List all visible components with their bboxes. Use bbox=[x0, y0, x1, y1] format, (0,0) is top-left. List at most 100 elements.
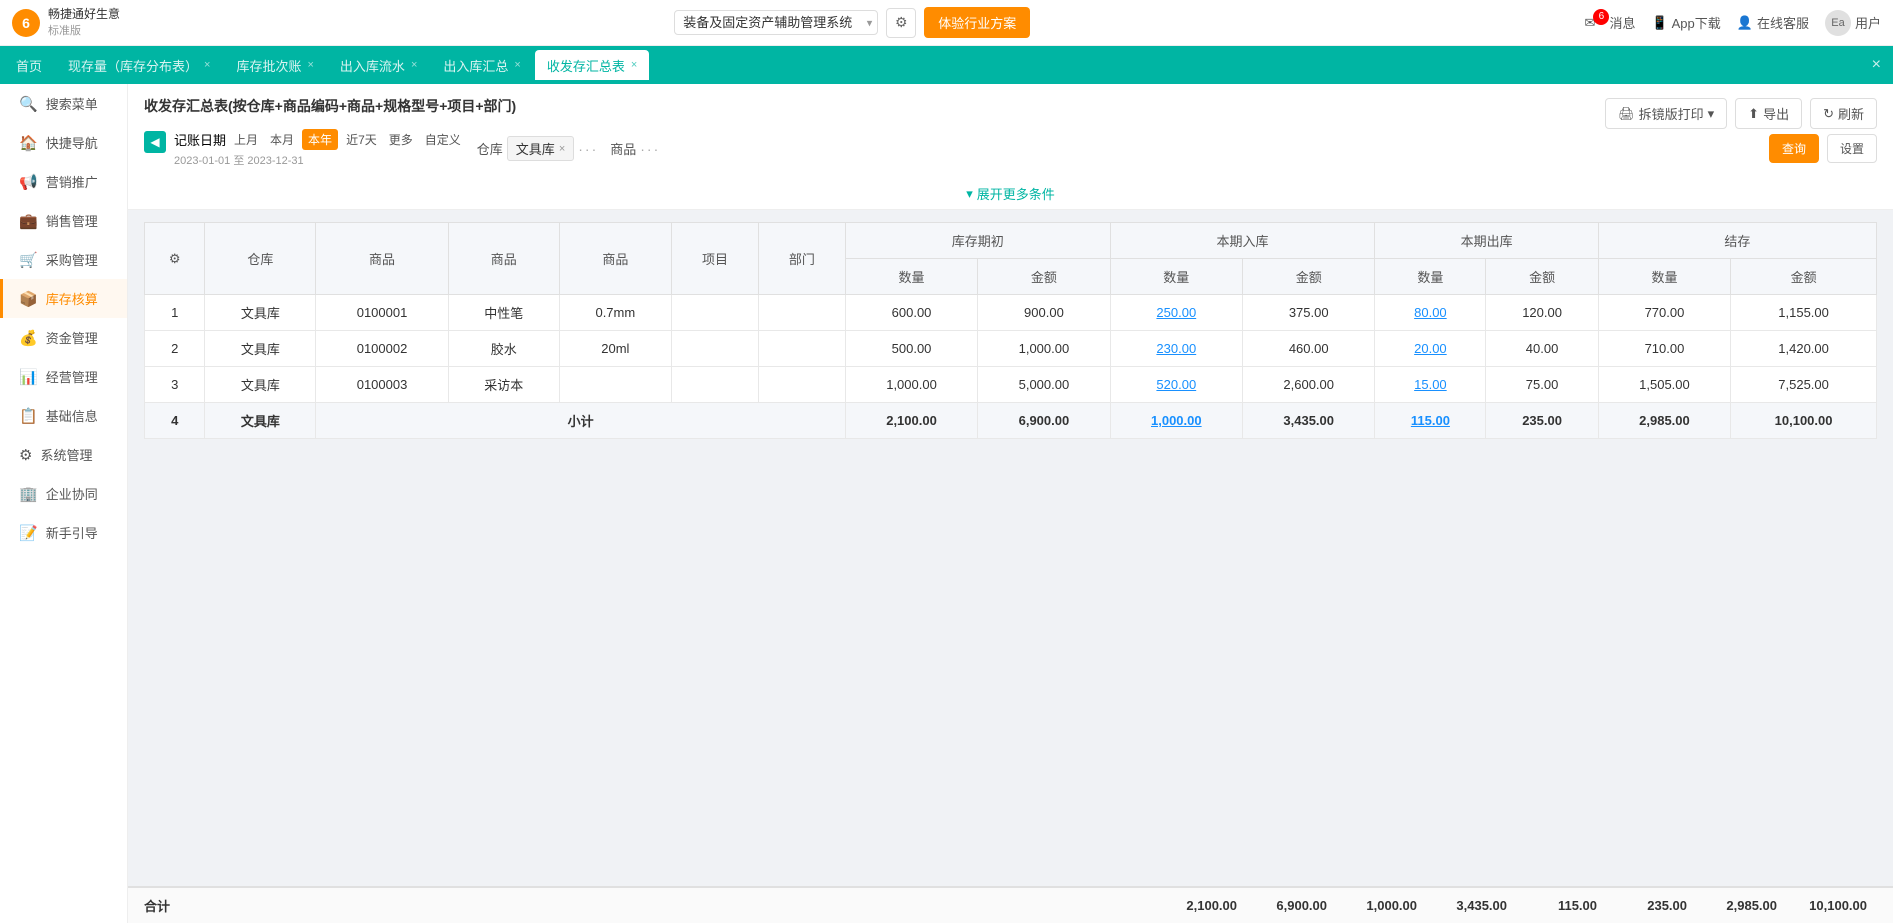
cell-in-amt: 460.00 bbox=[1243, 331, 1375, 367]
date-btn-this-year[interactable]: 本年 bbox=[302, 129, 338, 150]
table-row: 1 文具库 0100001 中性笔 0.7mm 600.00 900.00 25… bbox=[145, 295, 1877, 331]
user-avatar: Ea bbox=[1825, 10, 1851, 36]
sidebar-item-sales[interactable]: 💼 销售管理 bbox=[0, 201, 127, 240]
sidebar-item-operations[interactable]: 📊 经营管理 bbox=[0, 357, 127, 396]
print-button[interactable]: 🖨 拆镜版打印 ▾ bbox=[1605, 98, 1727, 129]
col-spec-header: 商品 bbox=[559, 223, 671, 295]
messages-item[interactable]: ✉ 6 消息 bbox=[1585, 13, 1636, 32]
product-more[interactable]: ··· bbox=[640, 141, 660, 157]
cell-bal-amt: 7,525.00 bbox=[1731, 367, 1877, 403]
cell-no: 1 bbox=[145, 295, 205, 331]
page-header: 收发存汇总表(按仓库+商品编码+商品+规格型号+项目+部门) 🖨 拆镜版打印 ▾… bbox=[128, 84, 1893, 210]
logo-text-block: 畅捷通好生意 标准版 bbox=[48, 7, 120, 39]
cell-in-qty[interactable]: 250.00 bbox=[1110, 295, 1242, 331]
sidebar-item-purchase[interactable]: 🛒 采购管理 bbox=[0, 240, 127, 279]
cell-out-amt: 75.00 bbox=[1486, 367, 1598, 403]
window-close-button[interactable]: × bbox=[1864, 56, 1889, 74]
online-service-item[interactable]: 👤 在线客服 bbox=[1737, 13, 1809, 32]
user-item[interactable]: Ea 用户 bbox=[1825, 10, 1881, 36]
sidebar-item-marketing[interactable]: 📢 营销推广 bbox=[0, 162, 127, 201]
col-product-name-header: 商品 bbox=[448, 223, 559, 295]
query-button[interactable]: 查询 bbox=[1769, 134, 1819, 163]
app-download-item[interactable]: 📱 App下载 bbox=[1651, 13, 1720, 32]
subtotal-bal-qty: 2,985.00 bbox=[1598, 403, 1730, 439]
col-product-code-header: 商品 bbox=[316, 223, 448, 295]
cell-out-qty[interactable]: 15.00 bbox=[1375, 367, 1486, 403]
warehouse-more[interactable]: ··· bbox=[578, 141, 598, 157]
sidebar-item-inventory[interactable]: 📦 库存核算 bbox=[0, 279, 127, 318]
date-btn-this-month[interactable]: 本月 bbox=[266, 129, 298, 150]
system-select[interactable]: 装备及固定资产辅助管理系统 bbox=[674, 10, 878, 35]
tab-batch-close[interactable]: × bbox=[307, 59, 313, 71]
collapse-button[interactable]: ◀ bbox=[144, 131, 166, 153]
tab-batch[interactable]: 库存批次账 × bbox=[224, 50, 325, 80]
warehouse-value: 文具库 bbox=[516, 139, 555, 158]
cell-in-amt: 2,600.00 bbox=[1243, 367, 1375, 403]
tab-bar: 首页 现存量（库存分布表） × 库存批次账 × 出入库流水 × 出入库汇总 × … bbox=[0, 46, 1893, 84]
sidebar-item-enterprise[interactable]: 🏢 企业协同 bbox=[0, 474, 127, 513]
expand-more[interactable]: ▾ 展开更多条件 bbox=[144, 178, 1877, 209]
cell-no: 3 bbox=[145, 367, 205, 403]
filter-area: ◀ 记账日期 上月 本月 本年 近7天 更多 自定义 2023-01-01 至 … bbox=[144, 129, 1877, 178]
tab-in-out-summary-close[interactable]: × bbox=[514, 59, 520, 71]
system-select-wrap[interactable]: 装备及固定资产辅助管理系统 bbox=[674, 10, 878, 35]
cell-in-qty[interactable]: 230.00 bbox=[1110, 331, 1242, 367]
sidebar-item-purchase-label: 采购管理 bbox=[46, 250, 98, 269]
tab-in-out-summary[interactable]: 出入库汇总 × bbox=[431, 50, 532, 80]
filter-left: ◀ 记账日期 上月 本月 本年 近7天 更多 自定义 2023-01-01 至 … bbox=[144, 129, 465, 168]
sidebar-item-finance[interactable]: 💰 资金管理 bbox=[0, 318, 127, 357]
tab-recv-send-close[interactable]: × bbox=[631, 59, 637, 71]
col-out-amt-header: 金额 bbox=[1486, 259, 1598, 295]
data-table: ⚙ 仓库 商品 商品 商品 项目 部门 库存期初 本期入库 本期出库 结存 数量 bbox=[144, 222, 1877, 439]
cell-open-amt: 900.00 bbox=[978, 295, 1110, 331]
cell-open-qty: 500.00 bbox=[845, 331, 977, 367]
settings-button[interactable]: ⚙ bbox=[886, 8, 916, 38]
col-warehouse-header: 仓库 bbox=[205, 223, 316, 295]
table-row: 2 文具库 0100002 胶水 20ml 500.00 1,000.00 23… bbox=[145, 331, 1877, 367]
date-filter-row: 记账日期 上月 本月 本年 近7天 更多 自定义 bbox=[174, 129, 465, 150]
tab-in-out-flow-close[interactable]: × bbox=[411, 59, 417, 71]
col-open-amt-header: 金额 bbox=[978, 259, 1110, 295]
cell-out-qty[interactable]: 20.00 bbox=[1375, 331, 1486, 367]
cell-spec: 0.7mm bbox=[559, 295, 671, 331]
date-btn-last-month[interactable]: 上月 bbox=[230, 129, 262, 150]
tab-in-out-flow-label: 出入库流水 bbox=[340, 56, 405, 75]
trial-button[interactable]: 体验行业方案 bbox=[924, 7, 1030, 38]
cell-in-qty[interactable]: 520.00 bbox=[1110, 367, 1242, 403]
subtotal-out-amt: 235.00 bbox=[1486, 403, 1598, 439]
phone-icon: 📱 bbox=[1651, 15, 1667, 31]
subtotal-label: 小计 bbox=[316, 403, 846, 439]
table-container: ⚙ 仓库 商品 商品 商品 项目 部门 库存期初 本期入库 本期出库 结存 数量 bbox=[128, 210, 1893, 886]
logo-icon: 6 bbox=[12, 9, 40, 37]
sidebar-item-system[interactable]: ⚙ 系统管理 bbox=[0, 435, 127, 474]
user-label: 用户 bbox=[1855, 13, 1881, 32]
date-btn-7days[interactable]: 近7天 bbox=[342, 129, 381, 150]
online-service-label: 在线客服 bbox=[1757, 13, 1809, 32]
cell-out-qty[interactable]: 80.00 bbox=[1375, 295, 1486, 331]
warehouse-remove[interactable]: × bbox=[559, 143, 565, 155]
tab-in-out-flow[interactable]: 出入库流水 × bbox=[328, 50, 429, 80]
col-bal-amt-header: 金额 bbox=[1731, 259, 1877, 295]
tab-inventory-dist-label: 现存量（库存分布表） bbox=[68, 56, 198, 75]
cell-out-amt: 40.00 bbox=[1486, 331, 1598, 367]
tab-inventory-dist-close[interactable]: × bbox=[204, 59, 210, 71]
tab-home[interactable]: 首页 bbox=[4, 50, 54, 80]
tab-home-label: 首页 bbox=[16, 56, 42, 75]
date-btn-more[interactable]: 更多 bbox=[385, 129, 417, 150]
sidebar-item-quick-nav[interactable]: 🏠 快捷导航 bbox=[0, 123, 127, 162]
col-settings-header[interactable]: ⚙ bbox=[145, 223, 205, 295]
export-button[interactable]: ⬆ 导出 bbox=[1735, 98, 1802, 129]
sidebar-item-basic-info-label: 基础信息 bbox=[46, 406, 98, 425]
subtotal-in-amt: 3,435.00 bbox=[1243, 403, 1375, 439]
col-dept-header: 部门 bbox=[758, 223, 845, 295]
cell-bal-qty: 1,505.00 bbox=[1598, 367, 1730, 403]
warehouse-tag: 文具库 × bbox=[507, 136, 574, 161]
refresh-button[interactable]: ↻ 刷新 bbox=[1810, 98, 1877, 129]
page-settings-button[interactable]: 设置 bbox=[1827, 134, 1877, 163]
date-btn-custom[interactable]: 自定义 bbox=[421, 129, 465, 150]
tab-inventory-dist[interactable]: 现存量（库存分布表） × bbox=[56, 50, 222, 80]
sidebar-item-search[interactable]: 🔍 搜索菜单 bbox=[0, 84, 127, 123]
sidebar-item-basic-info[interactable]: 📋 基础信息 bbox=[0, 396, 127, 435]
tab-recv-send[interactable]: 收发存汇总表 × bbox=[535, 50, 649, 80]
sidebar-item-guide[interactable]: 📝 新手引导 bbox=[0, 513, 127, 552]
